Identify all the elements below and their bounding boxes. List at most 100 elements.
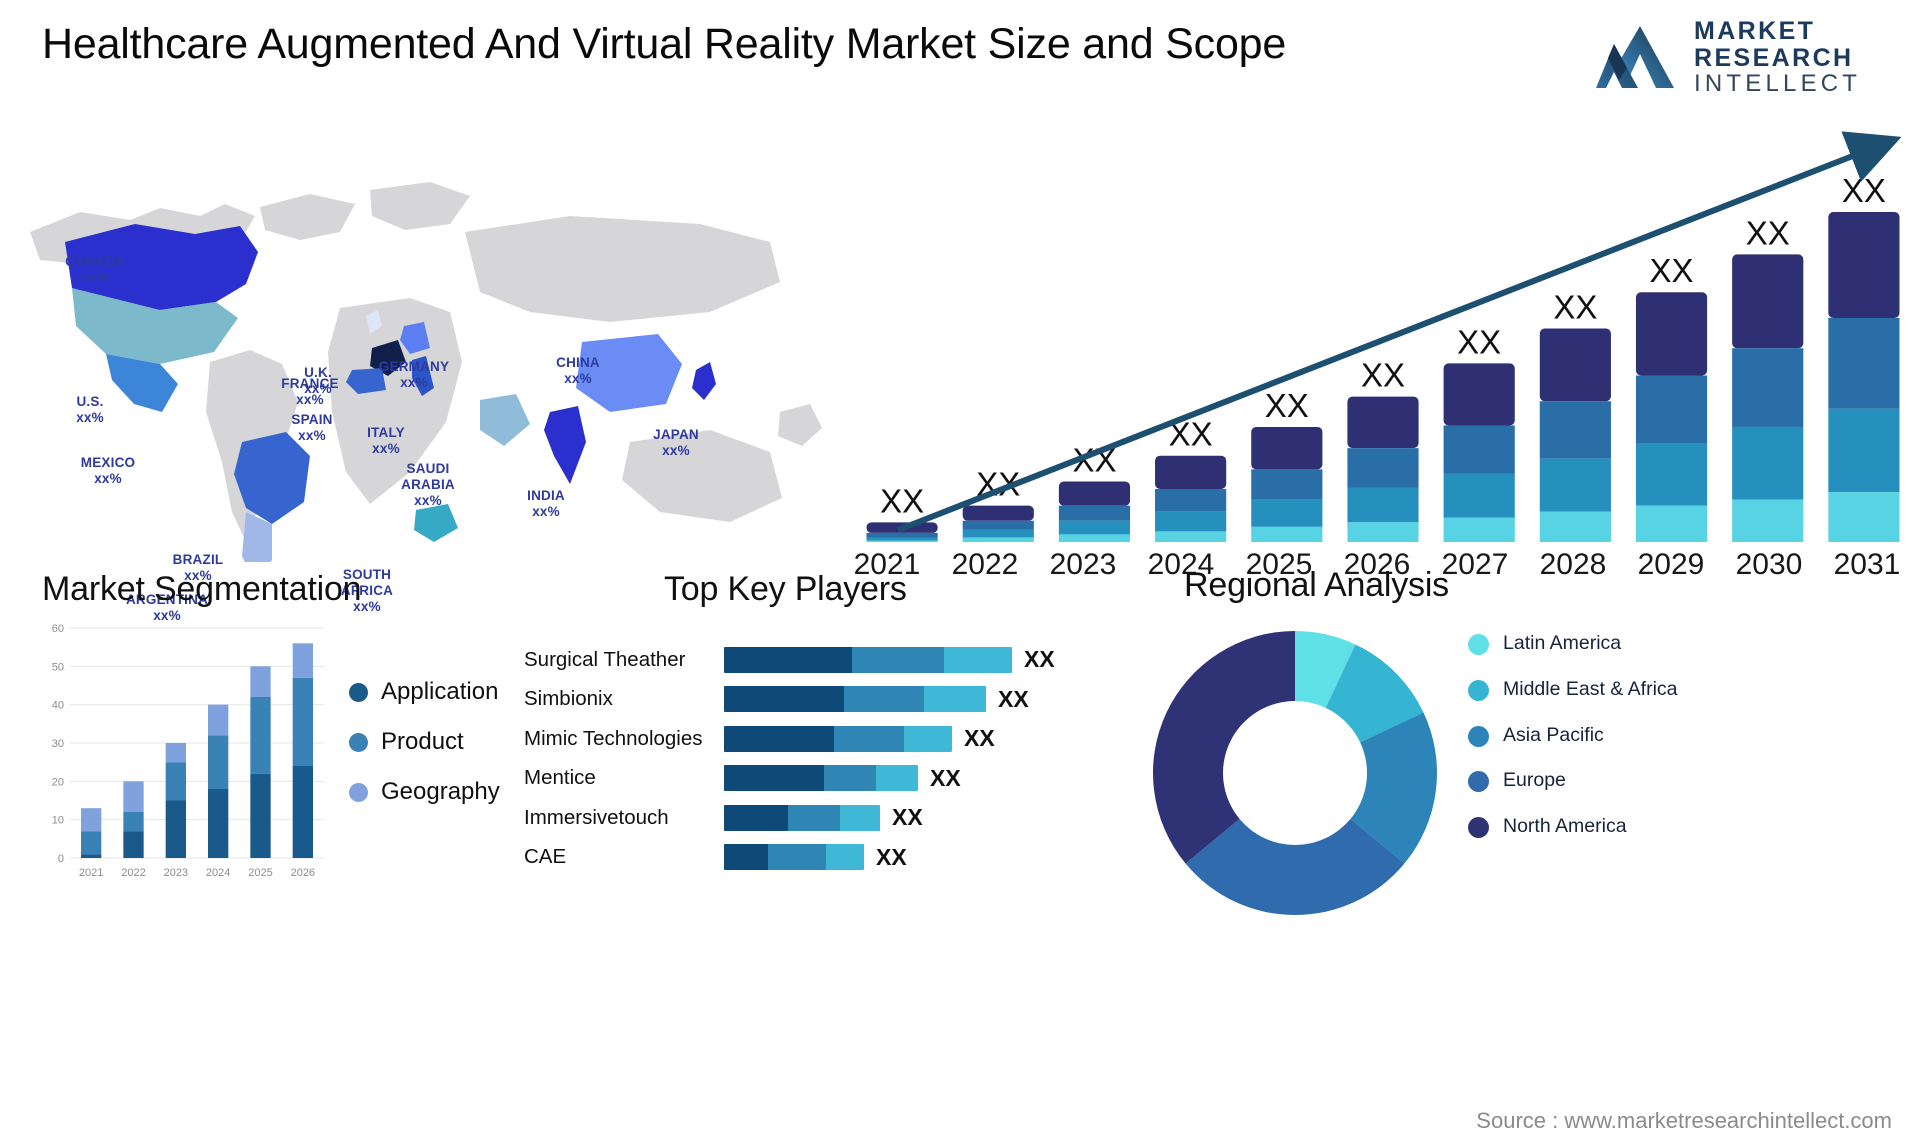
key-player-value-label: XX [876,843,907,870]
key-player-bar-segment [724,646,852,673]
key-player-row: Mentice XX [524,759,1144,799]
forecast-bar-segment [1251,426,1323,470]
seg-ytick-labels: 0 10 20 30 40 50 60 [52,623,64,865]
forecast-bar-segment [1347,396,1419,449]
forecast-year-tick: 2023 [1049,548,1117,581]
key-player-value-label: XX [1024,646,1055,673]
regional-legend-swatch-icon [1468,634,1489,655]
forecast-bar-value-label: XX [1842,172,1886,209]
seg-x-tick-label: 2023 [164,867,188,879]
regional-legend-label: Asia Pacific [1503,723,1604,746]
seg-bar-segment [165,743,186,763]
seg-legend-swatch-icon [349,782,368,802]
key-player-bar-segment [944,646,1012,673]
forecast-bar-value-label: XX [880,482,924,519]
seg-x-tick-label: 2021 [79,867,103,879]
regional-legend-item: Europe [1468,769,1678,793]
forecast-bar-segment [1539,401,1611,459]
forecast-bar-segment [1058,505,1131,521]
country-south-africa [414,504,458,542]
seg-y-tick-label: 40 [52,700,64,712]
forecast-bar-segment [1155,455,1227,490]
map-label-china: CHINA xx% [556,355,600,386]
forecast-bar-value-label: XX [1361,357,1405,394]
map-label-u-s-: U.S. xx% [76,394,104,425]
seg-bar-segment [208,735,229,789]
forecast-year-tick: 2028 [1539,548,1607,581]
forecast-bar-value-label: XX [1265,387,1309,424]
country-india [544,406,586,484]
country-saudi [480,394,530,446]
regional-analysis-title: Regional Analysis [1184,566,1449,604]
forecast-bar-segment [1155,531,1227,542]
regional-legend-label: Latin America [1503,632,1622,654]
seg-legend-swatch-icon [349,682,368,702]
forecast-bar-segment [962,520,1034,530]
page-title: Healthcare Augmented And Virtual Reality… [42,20,1287,68]
market-segmentation-section: 0 10 20 30 40 50 60 2021 2022 2023 2024 2025 2026 A… [24,620,524,910]
forecast-bar-segment [866,540,938,542]
forecast-year-tick: 2029 [1637,548,1705,581]
key-player-bar [724,646,1012,673]
forecast-bar-segment [1251,499,1323,527]
forecast-bar-segment [1635,505,1708,542]
regional-analysis-section: Latin America Middle East & Africa Asia Pa… [1150,620,1910,920]
regional-legend-swatch-icon [1468,771,1489,793]
seg-bar-segment [123,781,144,812]
forecast-bar-segment [1732,348,1804,427]
source-attribution: Source : www.marketresearchintellect.com [1476,1108,1892,1133]
seg-bar-segment [81,831,102,855]
forecast-chart-svg: XX XXXXXXXXXXXXXXXXXXXX [866,131,1902,542]
key-player-bar-segment [924,686,986,713]
key-player-bar [724,804,880,831]
seg-legend-item: Product [349,728,500,756]
regional-legend-item: North America [1468,815,1678,839]
forecast-year-tick: 2031 [1833,548,1901,581]
brand-logo: MARKET RESEARCH INTELLECT [1594,18,1894,96]
forecast-bar-segment [1251,526,1323,542]
regional-donut-chart [1153,631,1437,915]
map-label-saudi-arabia: SAUDI ARABIA xx% [401,461,455,508]
regional-legend-label: Middle East & Africa [1503,677,1678,700]
key-player-value-label: XX [998,685,1029,712]
seg-x-tick-label: 2022 [121,867,145,879]
donut-slice [1153,631,1295,864]
top-key-players-section: Surgical Theather XX Simbionix XX Mimic Tech… [524,640,1144,890]
seg-legend-item: Geography [349,778,500,806]
key-player-value-label: XX [930,764,961,791]
map-label-japan: JAPAN xx% [653,427,699,458]
key-player-bar-segment [834,725,904,752]
map-label-canada: CANADA xx% [65,254,125,285]
key-player-row: Simbionix XX [524,680,1144,720]
key-player-bar-segment [724,725,834,752]
forecast-bar-segment [1443,363,1515,426]
key-player-bar-segment [844,686,924,713]
seg-y-tick-label: 30 [52,738,64,750]
country-mexico [106,354,178,412]
seg-bar-segment [292,766,313,858]
seg-bar-segment [123,831,144,858]
regional-legend-item: Middle East & Africa [1468,678,1678,702]
forecast-bar-segment [866,532,938,538]
logo-line-3: INTELLECT [1694,69,1862,97]
key-player-name: CAE [524,845,567,869]
forecast-bar-segment [1539,328,1611,402]
key-player-bar-segment [824,765,876,792]
key-player-name: Simbionix [524,687,613,711]
key-player-name: Mentice [524,766,596,790]
forecast-bar-segment [1635,292,1708,376]
forecast-bar-segment [1058,520,1131,535]
seg-legend-label: Product [381,728,464,755]
key-player-bar-segment [788,804,840,831]
forecast-bar-segment [1443,517,1515,542]
map-label-mexico: MEXICO xx% [80,455,136,486]
key-player-bar-segment [840,804,880,831]
forecast-bar-segment [1155,489,1227,512]
forecast-bar-segment [1058,534,1131,542]
seg-bar-segment [81,854,102,858]
forecast-bar-segment [1347,448,1419,488]
forecast-bar-segment [1635,443,1708,506]
seg-bar-segment [123,812,144,832]
seg-bar-segment [165,800,186,858]
key-player-bar-segment [852,646,944,673]
